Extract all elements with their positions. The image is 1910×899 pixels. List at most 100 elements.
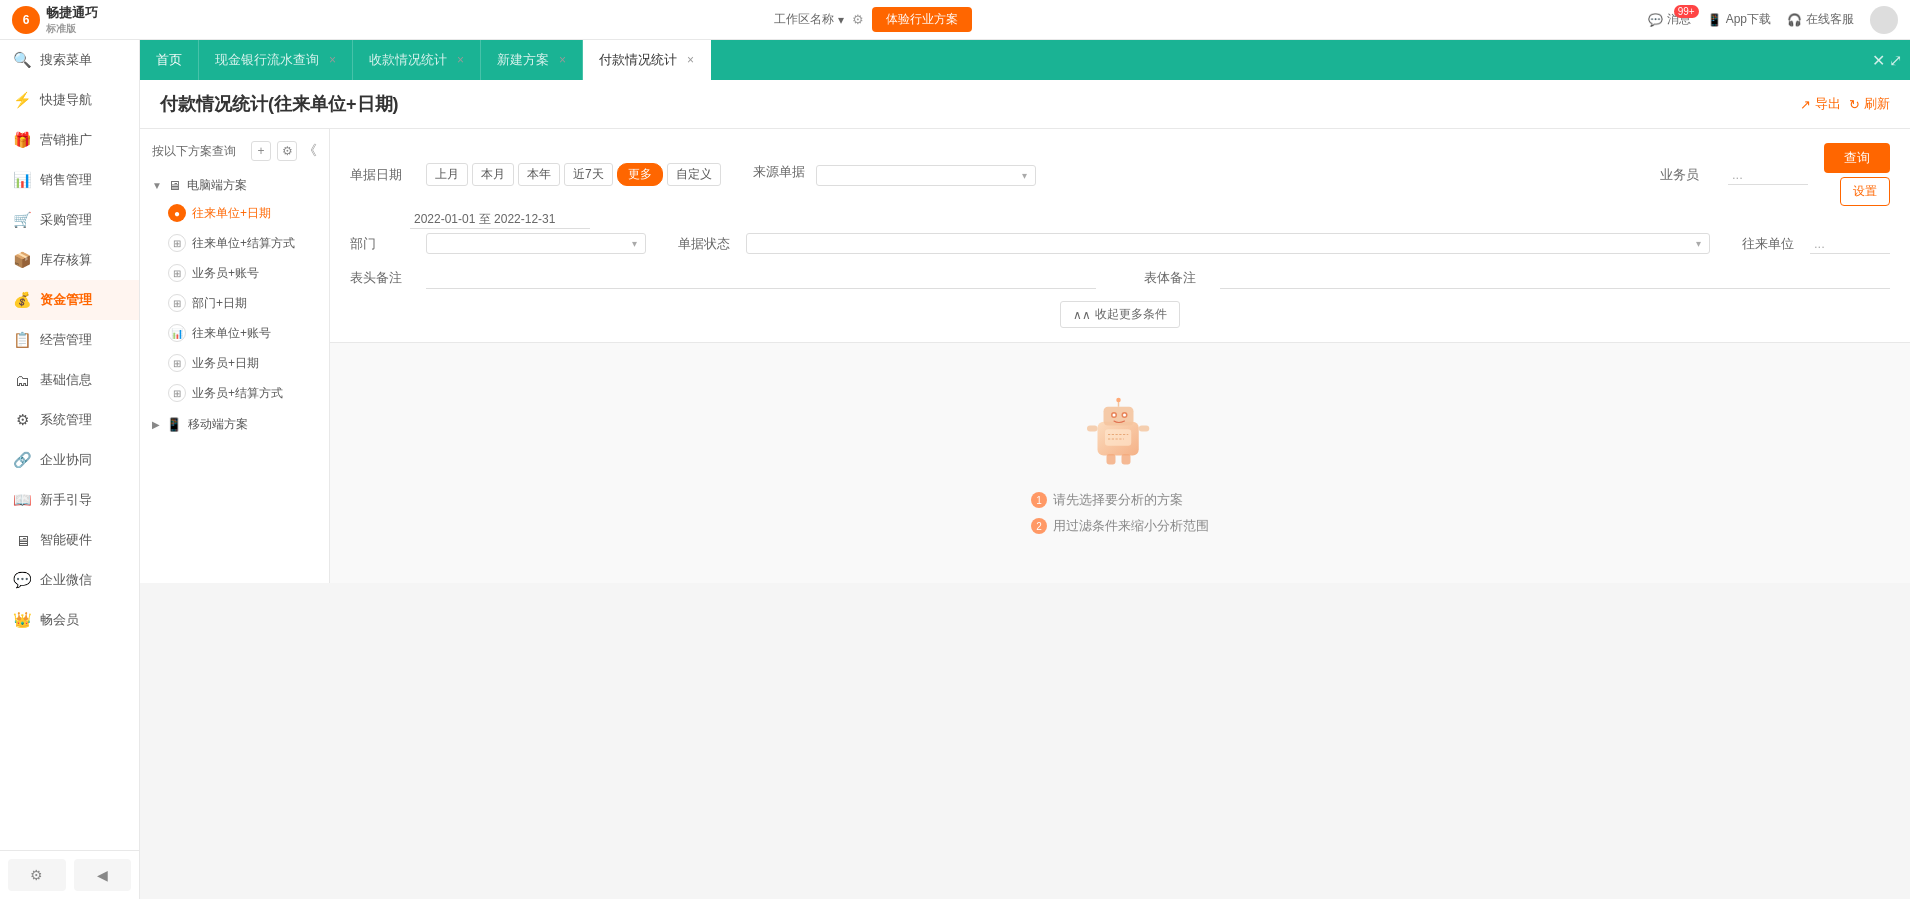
sidebar-item-purchase[interactable]: 🛒 采购管理 [0,200,139,240]
source-bill-arrow: ▾ [1022,170,1027,181]
tab-close-all-btn[interactable]: ✕ [1872,51,1885,70]
sidebar-label-finance: 资金管理 [40,291,92,309]
scheme-group-desktop-header[interactable]: ▼ 🖥 电脑端方案 [140,173,329,198]
bill-status-label: 单据状态 [678,235,738,253]
member-icon: 👑 [12,610,32,630]
top-bar: 6 畅捷通巧 标准版 工作区名称 ▾ ⚙ 体验行业方案 💬 消息 99+ 📱 A… [0,0,1910,40]
export-label: 导出 [1815,95,1841,113]
sidebar-item-enterprise[interactable]: 🔗 企业协同 [0,440,139,480]
scheme-item-counterparty-payment[interactable]: ⊞ 往来单位+结算方式 [140,228,329,258]
sidebar-item-guide[interactable]: 📖 新手引导 [0,480,139,520]
collapse-btn-wrap: ∧∧ 收起更多条件 [350,301,1890,328]
tab-receivable[interactable]: 收款情况统计 × [353,40,481,80]
scheme-group-mobile-header[interactable]: ▶ 📱 移动端方案 [140,412,329,437]
refresh-icon: ↻ [1849,97,1860,112]
finance-icon: 💰 [12,290,32,310]
header-remark-input[interactable] [426,266,1096,289]
scheme-grid-icon-1: ⊞ [168,234,186,252]
sidebar-collapse-btn[interactable]: ◀ [74,859,132,891]
sidebar-item-smart-hw[interactable]: 🖥 智能硬件 [0,520,139,560]
collapse-more-btn[interactable]: ∧∧ 收起更多条件 [1060,301,1180,328]
date-label: 单据日期 [350,166,410,184]
scheme-item-counterparty-date[interactable]: ● 往来单位+日期 [140,198,329,228]
main-layout: 🔍 搜索菜单 ⚡ 快捷导航 🎁 营销推广 📊 销售管理 🛒 采购管理 📦 库存核… [0,40,1910,899]
tab-expand-btn[interactable]: ⤢ [1889,51,1902,70]
sidebar-label-sales: 销售管理 [40,171,92,189]
try-industry-btn[interactable]: 体验行业方案 [872,7,972,32]
date-btn-last-month[interactable]: 上月 [426,163,468,186]
sidebar-item-marketing[interactable]: 🎁 营销推广 [0,120,139,160]
desktop-icon: 🖥 [168,178,181,193]
export-btn[interactable]: ↗ 导出 [1800,95,1841,113]
tab-home[interactable]: 首页 [140,40,199,80]
main-panel: 单据日期 上月 本月 本年 近7天 更多 自定义 来源单据 [330,129,1910,583]
filter-settings-btn[interactable]: 设置 [1840,177,1890,206]
date-btn-custom[interactable]: 自定义 [667,163,721,186]
scheme-item-dept-date[interactable]: ⊞ 部门+日期 [140,288,329,318]
notification-btn[interactable]: 💬 消息 99+ [1648,11,1691,28]
sidebar-label-enterprise: 企业协同 [40,451,92,469]
page-header-actions: ↗ 导出 ↻ 刷新 [1800,95,1890,113]
source-bill-select[interactable]: ▾ [816,165,1036,186]
tab-bank-flow[interactable]: 现金银行流水查询 × [199,40,353,80]
workspace-selector[interactable]: 工作区名称 ▾ [774,11,844,28]
sidebar-item-quick-nav[interactable]: ⚡ 快捷导航 [0,80,139,120]
tab-receivable-close[interactable]: × [457,53,464,67]
tab-new-scheme[interactable]: 新建方案 × [481,40,583,80]
svg-rect-9 [1122,454,1131,465]
desktop-group-label: 电脑端方案 [187,177,247,194]
page-content: 付款情况统计(往来单位+日期) ↗ 导出 ↻ 刷新 [140,80,1910,899]
filter-row-1: 单据日期 上月 本月 本年 近7天 更多 自定义 来源单据 [350,143,1890,206]
scheme-item-salesperson-account[interactable]: ⊞ 业务员+账号 [140,258,329,288]
online-service-btn[interactable]: 🎧 在线客服 [1787,11,1854,28]
scheme-item-salesperson-date[interactable]: ⊞ 业务员+日期 [140,348,329,378]
sidebar-item-member[interactable]: 👑 畅会员 [0,600,139,640]
dept-select[interactable]: ▾ [426,233,646,254]
add-scheme-btn[interactable]: + [251,141,271,161]
tab-new-scheme-close[interactable]: × [559,53,566,67]
user-avatar[interactable] [1870,6,1898,34]
data-section: 1 请先选择要分析的方案 2 用过滤条件来缩小分析范围 [330,343,1910,583]
notification-badge: 99+ [1674,5,1699,18]
filter-actions-col: 查询 设置 [1824,143,1890,206]
sidebar-item-inventory[interactable]: 📦 库存核算 [0,240,139,280]
scheme-item-dept-date-label: 部门+日期 [192,295,247,312]
scheme-item-salesperson-payment[interactable]: ⊞ 业务员+结算方式 [140,378,329,408]
bill-status-arrow: ▾ [1696,238,1701,249]
sidebar-label-purchase: 采购管理 [40,211,92,229]
sidebar-item-business[interactable]: 📋 经营管理 [0,320,139,360]
query-btn[interactable]: 查询 [1824,143,1890,173]
sidebar-item-basic[interactable]: 🗂 基础信息 [0,360,139,400]
counterparty-placeholder[interactable]: ... [1810,234,1890,254]
sidebar-item-finance[interactable]: 💰 资金管理 [0,280,139,320]
enterprise-icon: 🔗 [12,450,32,470]
sidebar-item-sales[interactable]: 📊 销售管理 [0,160,139,200]
sidebar-label-system: 系统管理 [40,411,92,429]
settings-icon-btn[interactable]: ⚙ [852,12,864,27]
date-btn-this-month[interactable]: 本月 [472,163,514,186]
sidebar-item-search[interactable]: 🔍 搜索菜单 [0,40,139,80]
scheme-item-counterparty-account[interactable]: 📊 往来单位+账号 [140,318,329,348]
scheme-grid-icon-5: ⊞ [168,354,186,372]
date-range-input[interactable] [410,210,590,229]
scheme-settings-btn[interactable]: ⚙ [277,141,297,161]
refresh-btn[interactable]: ↻ 刷新 [1849,95,1890,113]
tab-payment-stat[interactable]: 付款情况统计 × [583,40,711,80]
salesperson-placeholder[interactable]: ... [1728,165,1808,185]
guide-icon: 📖 [12,490,32,510]
date-btn-this-year[interactable]: 本年 [518,163,560,186]
date-btn-7days[interactable]: 近7天 [564,163,613,186]
sidebar-item-wechat[interactable]: 💬 企业微信 [0,560,139,600]
date-btn-more[interactable]: 更多 [617,163,663,186]
tab-bank-flow-close[interactable]: × [329,53,336,67]
bill-status-select[interactable]: ▾ [746,233,1710,254]
sidebar-item-system[interactable]: ⚙ 系统管理 [0,400,139,440]
app-download-btn[interactable]: 📱 App下载 [1707,11,1771,28]
tab-payment-stat-close[interactable]: × [687,53,694,67]
scheme-panel-collapse-btn[interactable]: 《 [303,142,317,160]
body-remark-input[interactable] [1220,266,1890,289]
sidebar-settings-btn[interactable]: ⚙ [8,859,66,891]
top-bar-right: 💬 消息 99+ 📱 App下载 🎧 在线客服 [1648,6,1898,34]
purchase-icon: 🛒 [12,210,32,230]
sidebar: 🔍 搜索菜单 ⚡ 快捷导航 🎁 营销推广 📊 销售管理 🛒 采购管理 📦 库存核… [0,40,140,899]
